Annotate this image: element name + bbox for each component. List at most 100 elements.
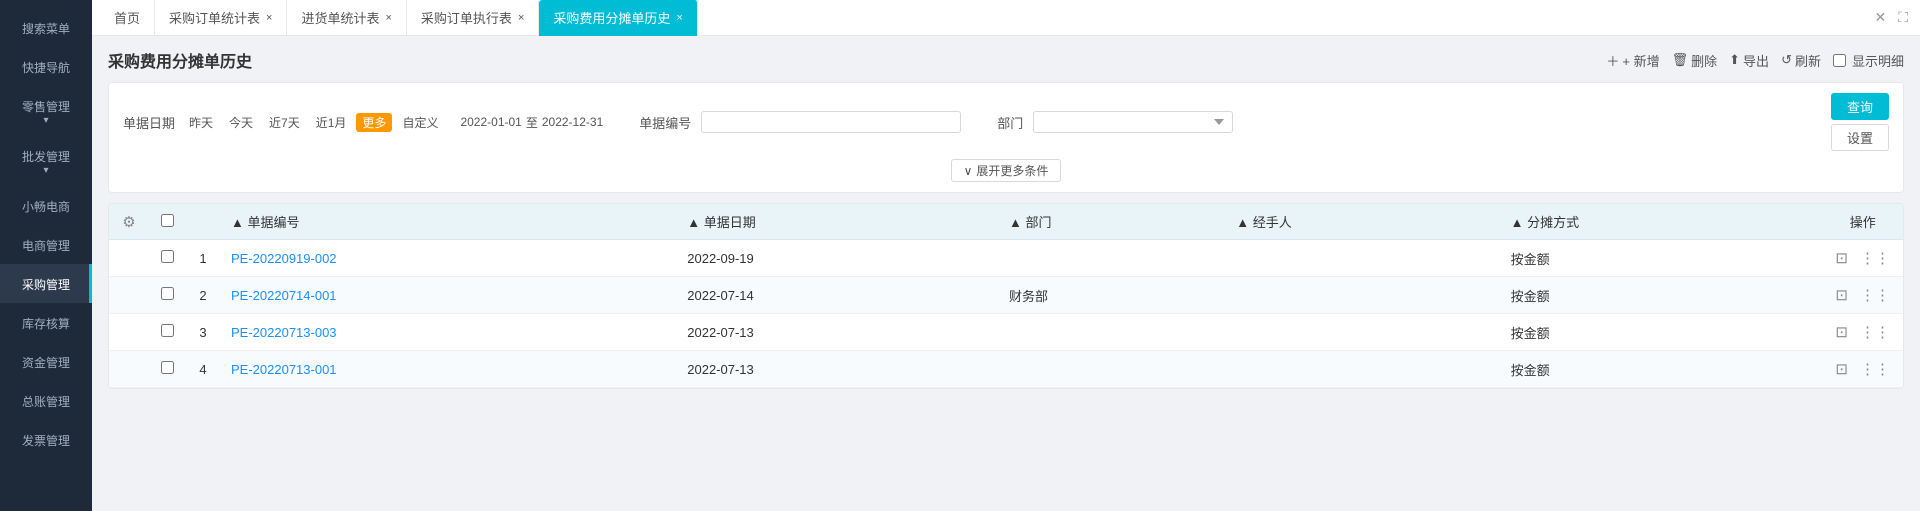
add-icon: ＋	[1606, 51, 1619, 70]
date-btn-more[interactable]: 更多	[356, 113, 392, 132]
doc-no-label: 单据编号	[639, 113, 691, 132]
table-row: 2 PE-20220714-001 2022-07-14 财务部 按金额 ⊡ ⋮…	[109, 277, 1903, 314]
view-icon[interactable]: ⊡	[1832, 321, 1851, 343]
sidebar-item-wholesale[interactable]: 批发管理 ▾	[0, 136, 92, 186]
filter-area: 单据日期 昨天 今天 近7天 近1月 更多 自定义 2022-01-01 至 2…	[108, 82, 1904, 193]
data-table: ⚙ ▲ 单据编号 ▲ 单据日期	[109, 204, 1903, 388]
filter-settings-button[interactable]: 设置	[1831, 124, 1889, 151]
row-doc-no-cell: PE-20220919-002	[221, 240, 677, 277]
sidebar-item-finance[interactable]: 资金管理	[0, 342, 92, 381]
row-split-method-cell: 按金额	[1501, 314, 1823, 351]
date-btn-1month[interactable]: 近1月	[310, 113, 353, 132]
date-btn-7days[interactable]: 近7天	[263, 113, 306, 132]
row-checkbox[interactable]	[161, 324, 174, 337]
doc-no-link[interactable]: PE-20220714-001	[231, 288, 337, 303]
sidebar-item-ecommerce[interactable]: 电商管理	[0, 225, 92, 264]
row-checkbox[interactable]	[161, 287, 174, 300]
date-btn-today[interactable]: 今天	[223, 113, 259, 132]
sidebar-item-inventory[interactable]: 库存核算	[0, 303, 92, 342]
view-icon[interactable]: ⊡	[1832, 358, 1851, 380]
window-close-icon[interactable]: ✕	[1874, 9, 1886, 26]
more-ops-icon[interactable]: ⋮⋮	[1857, 321, 1893, 343]
row-checkbox[interactable]	[161, 361, 174, 374]
export-button[interactable]: ⬆ 导出	[1729, 51, 1769, 70]
date-to: 2022-12-31	[542, 115, 603, 129]
row-handler-cell	[1226, 240, 1500, 277]
add-button[interactable]: ＋ + 新增	[1606, 51, 1659, 70]
more-ops-icon[interactable]: ⋮⋮	[1857, 284, 1893, 306]
row-number-cell: 2	[185, 277, 221, 314]
show-columns-checkbox[interactable]	[1833, 54, 1846, 67]
export-icon: ⬆	[1729, 52, 1740, 68]
content-area: 采购费用分摊单历史 ＋ + 新增 🗑 删除 ⬆ 导出 ↺ 刷新	[92, 36, 1920, 511]
tab-home[interactable]: 首页	[100, 0, 155, 36]
sidebar-item-search[interactable]: 搜索菜单	[0, 8, 92, 47]
show-columns-button[interactable]: 显示明细	[1833, 51, 1904, 70]
doc-no-link[interactable]: PE-20220919-002	[231, 251, 337, 266]
tab-bar-right: ✕ ⛶	[1874, 9, 1920, 26]
page-header: 采购费用分摊单历史 ＋ + 新增 🗑 删除 ⬆ 导出 ↺ 刷新	[108, 48, 1904, 72]
sidebar-item-ledger[interactable]: 总账管理	[0, 381, 92, 420]
row-number-cell: 4	[185, 351, 221, 388]
row-handler-cell	[1226, 314, 1500, 351]
date-label: 单据日期	[123, 113, 175, 132]
tab-close-purchase-goods-stats[interactable]: ×	[385, 12, 391, 24]
expand-more-button[interactable]: ∨ 展开更多条件	[951, 159, 1062, 182]
sidebar-item-purchase[interactable]: 采购管理	[0, 264, 92, 303]
tab-purchase-order-stats[interactable]: 采购订单统计表 ×	[155, 0, 287, 36]
date-range-display: 2022-01-01 至 2022-12-31	[460, 114, 603, 131]
col-settings: ⚙	[109, 204, 149, 240]
doc-no-link[interactable]: PE-20220713-001	[231, 362, 337, 377]
refresh-button[interactable]: ↺ 刷新	[1781, 51, 1821, 70]
tab-purchase-order-exec[interactable]: 采购订单执行表 ×	[407, 0, 539, 36]
row-settings-cell	[109, 240, 149, 277]
sidebar-item-quick-nav[interactable]: 快捷导航	[0, 47, 92, 86]
date-btn-yesterday[interactable]: 昨天	[183, 113, 219, 132]
row-checkbox-cell	[149, 314, 185, 351]
search-button[interactable]: 查询	[1831, 93, 1889, 120]
delete-button[interactable]: 🗑 删除	[1672, 51, 1718, 70]
tab-close-purchase-cost-history[interactable]: ×	[676, 12, 682, 24]
view-icon[interactable]: ⊡	[1832, 247, 1851, 269]
tab-close-purchase-order-stats[interactable]: ×	[266, 12, 272, 24]
more-ops-icon[interactable]: ⋮⋮	[1857, 358, 1893, 380]
sidebar-item-invoice[interactable]: 发票管理	[0, 420, 92, 459]
date-from: 2022-01-01	[460, 115, 521, 129]
row-settings-cell	[109, 277, 149, 314]
tab-purchase-cost-history[interactable]: 采购费用分摊单历史 ×	[539, 0, 697, 36]
tab-close-purchase-order-exec[interactable]: ×	[518, 12, 524, 24]
row-checkbox-cell	[149, 240, 185, 277]
delete-icon: 🗑	[1672, 52, 1689, 68]
doc-no-input[interactable]	[701, 111, 961, 133]
row-settings-cell	[109, 351, 149, 388]
row-doc-no-cell: PE-20220714-001	[221, 277, 677, 314]
tab-purchase-goods-stats[interactable]: 进货单统计表 ×	[287, 0, 406, 36]
row-doc-date-cell: 2022-07-14	[677, 277, 999, 314]
row-settings-cell	[109, 314, 149, 351]
row-split-method-cell: 按金额	[1501, 277, 1823, 314]
row-dept-cell	[999, 240, 1226, 277]
col-ops: 操作	[1822, 204, 1903, 240]
row-dept-cell	[999, 351, 1226, 388]
dept-select[interactable]: 财务部	[1033, 111, 1233, 133]
select-all-checkbox[interactable]	[161, 214, 174, 227]
more-ops-icon[interactable]: ⋮⋮	[1857, 247, 1893, 269]
row-doc-no-cell: PE-20220713-003	[221, 314, 677, 351]
view-icon[interactable]: ⊡	[1832, 284, 1851, 306]
table-container: ⚙ ▲ 单据编号 ▲ 单据日期	[108, 203, 1904, 389]
filter-row-1: 单据日期 昨天 今天 近7天 近1月 更多 自定义 2022-01-01 至 2…	[123, 93, 1889, 151]
sidebar-item-mini-shop[interactable]: 小畅电商	[0, 186, 92, 225]
table-body: 1 PE-20220919-002 2022-09-19 按金额 ⊡ ⋮⋮ 2 …	[109, 240, 1903, 388]
column-settings-icon[interactable]: ⚙	[122, 214, 135, 231]
table-row: 4 PE-20220713-001 2022-07-13 按金额 ⊡ ⋮⋮	[109, 351, 1903, 388]
sidebar: 搜索菜单 快捷导航 零售管理 ▾ 批发管理 ▾ 小畅电商 电商管理 采购管理 库…	[0, 0, 92, 511]
col-doc-date: ▲ 单据日期	[677, 204, 999, 240]
sidebar-item-retail[interactable]: 零售管理 ▾	[0, 86, 92, 136]
row-handler-cell	[1226, 277, 1500, 314]
doc-no-link[interactable]: PE-20220713-003	[231, 325, 337, 340]
window-maximize-icon[interactable]: ⛶	[1898, 9, 1908, 26]
col-dept: ▲ 部门	[999, 204, 1226, 240]
row-checkbox[interactable]	[161, 250, 174, 263]
row-split-method-cell: 按金额	[1501, 351, 1823, 388]
date-btn-custom[interactable]: 自定义	[396, 113, 444, 132]
